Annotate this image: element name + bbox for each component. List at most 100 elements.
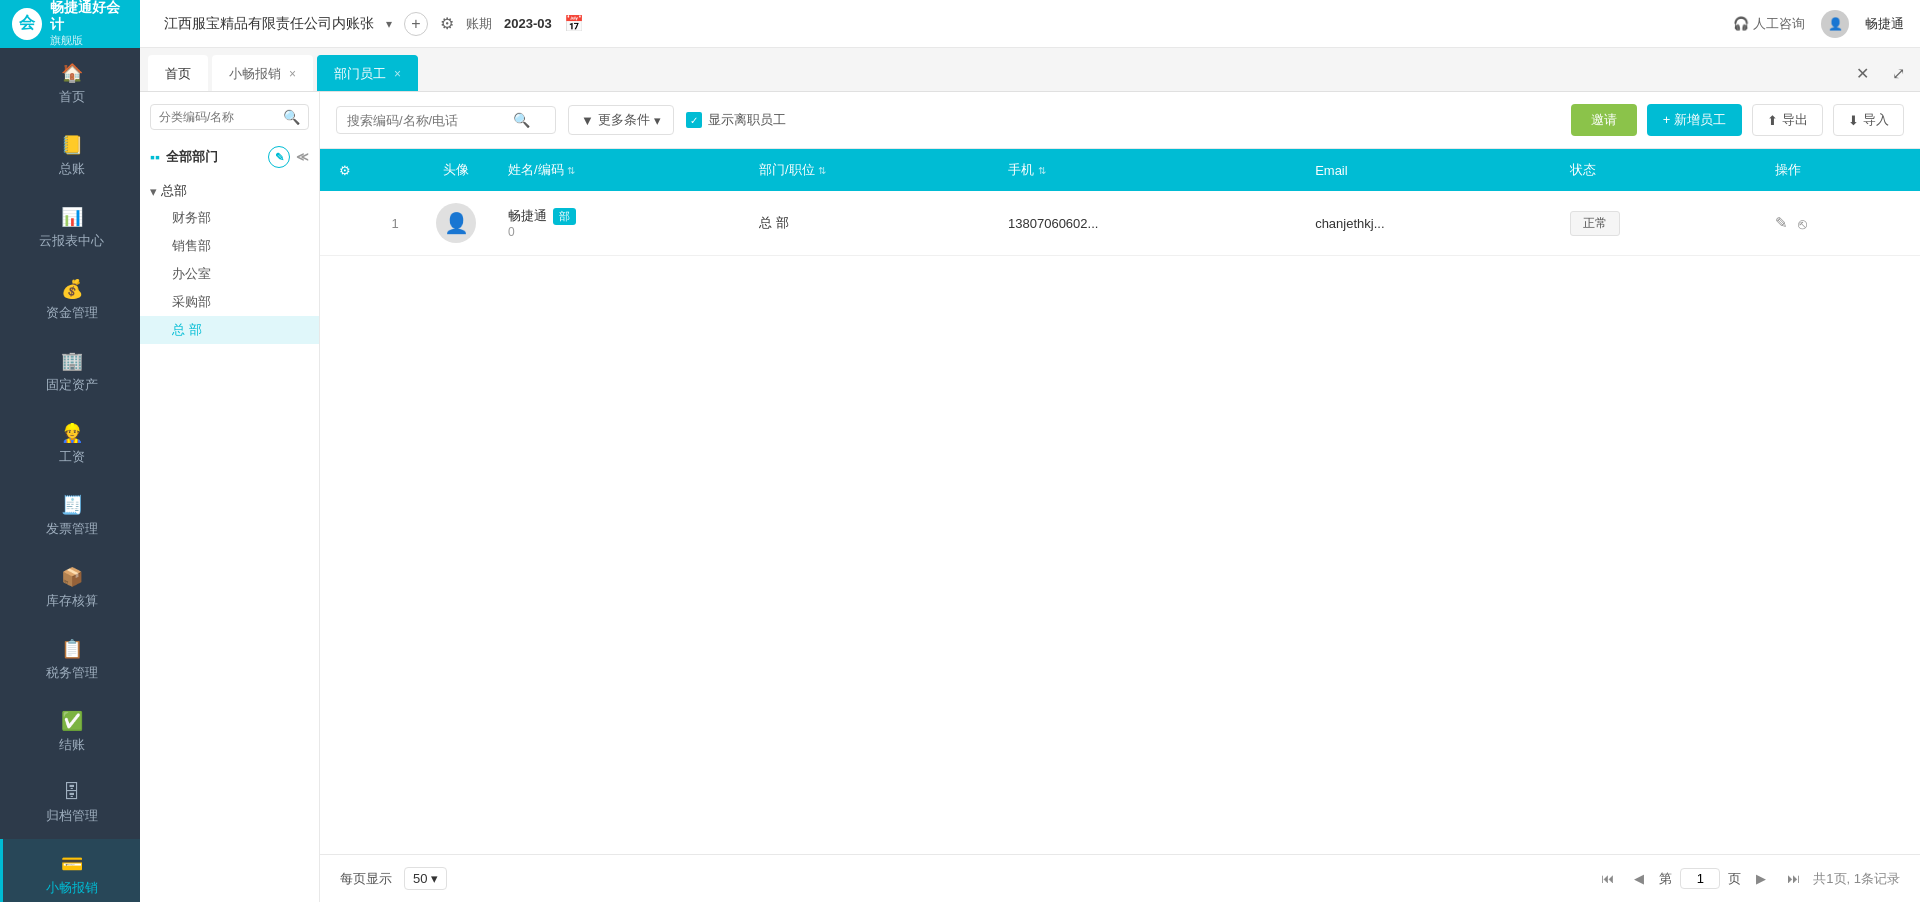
phone-sort-icon[interactable]: ⇅ <box>1038 165 1046 176</box>
tab-home[interactable]: 首页 <box>148 55 208 91</box>
import-label: 导入 <box>1863 111 1889 129</box>
support-label: 人工咨询 <box>1753 15 1805 33</box>
col-name-label: 姓名/编码 <box>508 162 564 177</box>
dept-group-label: 总部 <box>161 182 187 200</box>
tab-home-label: 首页 <box>165 65 191 83</box>
edit-employee-button[interactable]: ✎ <box>1775 214 1788 232</box>
sidebar-item-home[interactable]: 🏠 首页 <box>0 48 140 120</box>
prev-page-button[interactable]: ◀ <box>1627 867 1651 891</box>
employee-search-icon[interactable]: 🔍 <box>513 112 530 128</box>
dept-panel: 🔍 ▪▪ 全部部门 ✎ ≪ ▾ 总部 财务部 <box>140 92 320 902</box>
row-index: 1 <box>370 191 420 256</box>
expense-icon: 💳 <box>61 853 83 875</box>
col-settings[interactable]: ⚙ <box>320 149 370 191</box>
col-avatar: 头像 <box>420 149 492 191</box>
add-employee-button[interactable]: + 新增员工 <box>1647 104 1742 136</box>
export-button[interactable]: ⬆ 导出 <box>1752 104 1823 136</box>
dept-all-icon: ▪▪ <box>150 149 160 165</box>
sidebar-item-salary[interactable]: 👷 工资 <box>0 408 140 480</box>
invite-button[interactable]: 邀请 <box>1571 104 1637 136</box>
table-header: ⚙ 头像 姓名/编码 ⇅ 部门/职位 ⇅ <box>320 149 1920 191</box>
dept-child-caigou[interactable]: 采购部 <box>140 288 319 316</box>
settings-icon[interactable]: ⚙ <box>440 14 454 33</box>
dept-sort-icon[interactable]: ⇅ <box>818 165 826 176</box>
col-phone[interactable]: 手机 ⇅ <box>992 149 1299 191</box>
sidebar-item-tax[interactable]: 📋 税务管理 <box>0 624 140 696</box>
sidebar-item-expense[interactable]: 💳 小畅报销 <box>0 839 140 902</box>
tab-employees[interactable]: 部门员工 × <box>317 55 418 91</box>
export-icon: ⬆ <box>1767 113 1778 128</box>
employee-search-box[interactable]: 🔍 <box>336 106 556 134</box>
page-suffix: 页 <box>1728 870 1741 888</box>
dept-search-box[interactable]: 🔍 <box>150 104 309 130</box>
employee-avatar: 👤 <box>436 203 476 243</box>
dept-search-icon[interactable]: 🔍 <box>283 109 300 125</box>
employee-search-input[interactable] <box>347 113 507 128</box>
row-avatar-col: 👤 <box>420 191 492 256</box>
dept-child-xiaoshou[interactable]: 销售部 <box>140 232 319 260</box>
col-name[interactable]: 姓名/编码 ⇅ <box>492 149 743 191</box>
company-dropdown-icon[interactable]: ▾ <box>386 17 392 31</box>
sidebar-label-expense: 小畅报销 <box>46 879 98 897</box>
toolbar-right: 邀请 + 新增员工 ⬆ 导出 ⬇ 导入 <box>1571 104 1904 136</box>
filter-button[interactable]: ▼ 更多条件 ▾ <box>568 105 674 135</box>
show-resigned-toggle[interactable]: ✓ 显示离职员工 <box>686 111 786 129</box>
sidebar-item-invoice[interactable]: 🧾 发票管理 <box>0 480 140 552</box>
dept-child-caiwu-label: 财务部 <box>172 210 211 225</box>
headset-icon: 🎧 <box>1733 16 1749 31</box>
sidebar-item-assets[interactable]: 💰 资金管理 <box>0 264 140 336</box>
row-action-buttons: ✎ ⎋ <box>1775 214 1904 232</box>
dept-child-bangong[interactable]: 办公室 <box>140 260 319 288</box>
sidebar-label-ledger: 总账 <box>59 160 85 178</box>
row-dept-col: 总 部 <box>743 191 992 256</box>
main-layout: 🏠 首页 📒 总账 📊 云报表中心 💰 资金管理 🏢 固定资产 👷 工资 🧾 发… <box>0 48 1920 902</box>
tab-expense[interactable]: 小畅报销 × <box>212 55 313 91</box>
resigned-checkbox[interactable]: ✓ <box>686 112 702 128</box>
page-number-input[interactable] <box>1680 868 1720 889</box>
calendar-icon[interactable]: 📅 <box>564 14 584 33</box>
dept-group-zongbu[interactable]: ▾ 总部 <box>140 178 319 204</box>
per-page-select[interactable]: 50 ▾ <box>404 867 447 890</box>
tab-close-icon[interactable]: ✕ <box>1848 59 1876 87</box>
tab-expense-close[interactable]: × <box>289 67 296 81</box>
period-label: 账期 <box>466 15 492 33</box>
tab-employees-close[interactable]: × <box>394 67 401 81</box>
last-page-button[interactable]: ⏭ <box>1781 867 1805 891</box>
dept-all-item[interactable]: ▪▪ 全部部门 ✎ ≪ <box>140 140 319 174</box>
sidebar-item-reports[interactable]: 📊 云报表中心 <box>0 192 140 264</box>
import-button[interactable]: ⬇ 导入 <box>1833 104 1904 136</box>
sidebar-label-archive: 归档管理 <box>46 807 98 825</box>
tab-expand-icon[interactable]: ⤢ <box>1884 59 1912 87</box>
sidebar-item-inventory[interactable]: 📦 库存核算 <box>0 552 140 624</box>
invite-label: 邀请 <box>1591 112 1617 127</box>
sidebar-item-checkout[interactable]: ✅ 结账 <box>0 696 140 768</box>
inventory-icon: 📦 <box>61 566 83 588</box>
add-employee-label: + 新增员工 <box>1663 111 1726 129</box>
support-button[interactable]: 🎧 人工咨询 <box>1733 15 1805 33</box>
page-content: 🔍 ▪▪ 全部部门 ✎ ≪ ▾ 总部 财务部 <box>140 92 1920 902</box>
dept-collapse-icon[interactable]: ≪ <box>296 150 309 164</box>
dept-child-caigou-label: 采购部 <box>172 294 211 309</box>
first-page-button[interactable]: ⏮ <box>1595 867 1619 891</box>
row-settings-col <box>320 191 370 256</box>
logo-icon: 会 <box>12 8 42 40</box>
employee-status: 正常 <box>1570 211 1620 236</box>
next-page-button[interactable]: ▶ <box>1749 867 1773 891</box>
per-page-label: 每页显示 <box>340 870 392 888</box>
dept-edit-button[interactable]: ✎ <box>268 146 290 168</box>
delete-employee-button[interactable]: ⎋ <box>1798 215 1807 232</box>
dept-search-input[interactable] <box>159 110 279 124</box>
add-company-button[interactable]: + <box>404 12 428 36</box>
dept-child-zongbu[interactable]: 总 部 <box>140 316 319 344</box>
col-dept[interactable]: 部门/职位 ⇅ <box>743 149 992 191</box>
employee-table: ⚙ 头像 姓名/编码 ⇅ 部门/职位 ⇅ <box>320 149 1920 256</box>
dept-child-caiwu[interactable]: 财务部 <box>140 204 319 232</box>
checkout-icon: ✅ <box>61 710 83 732</box>
row-actions-col: ✎ ⎋ <box>1759 191 1920 256</box>
sidebar-item-archive[interactable]: 🗄 归档管理 <box>0 768 140 839</box>
sidebar-item-fixed-assets[interactable]: 🏢 固定资产 <box>0 336 140 408</box>
tab-expense-label: 小畅报销 <box>229 65 281 83</box>
name-sort-icon[interactable]: ⇅ <box>567 165 575 176</box>
sidebar-item-ledger[interactable]: 📒 总账 <box>0 120 140 192</box>
sidebar-label-home: 首页 <box>59 88 85 106</box>
